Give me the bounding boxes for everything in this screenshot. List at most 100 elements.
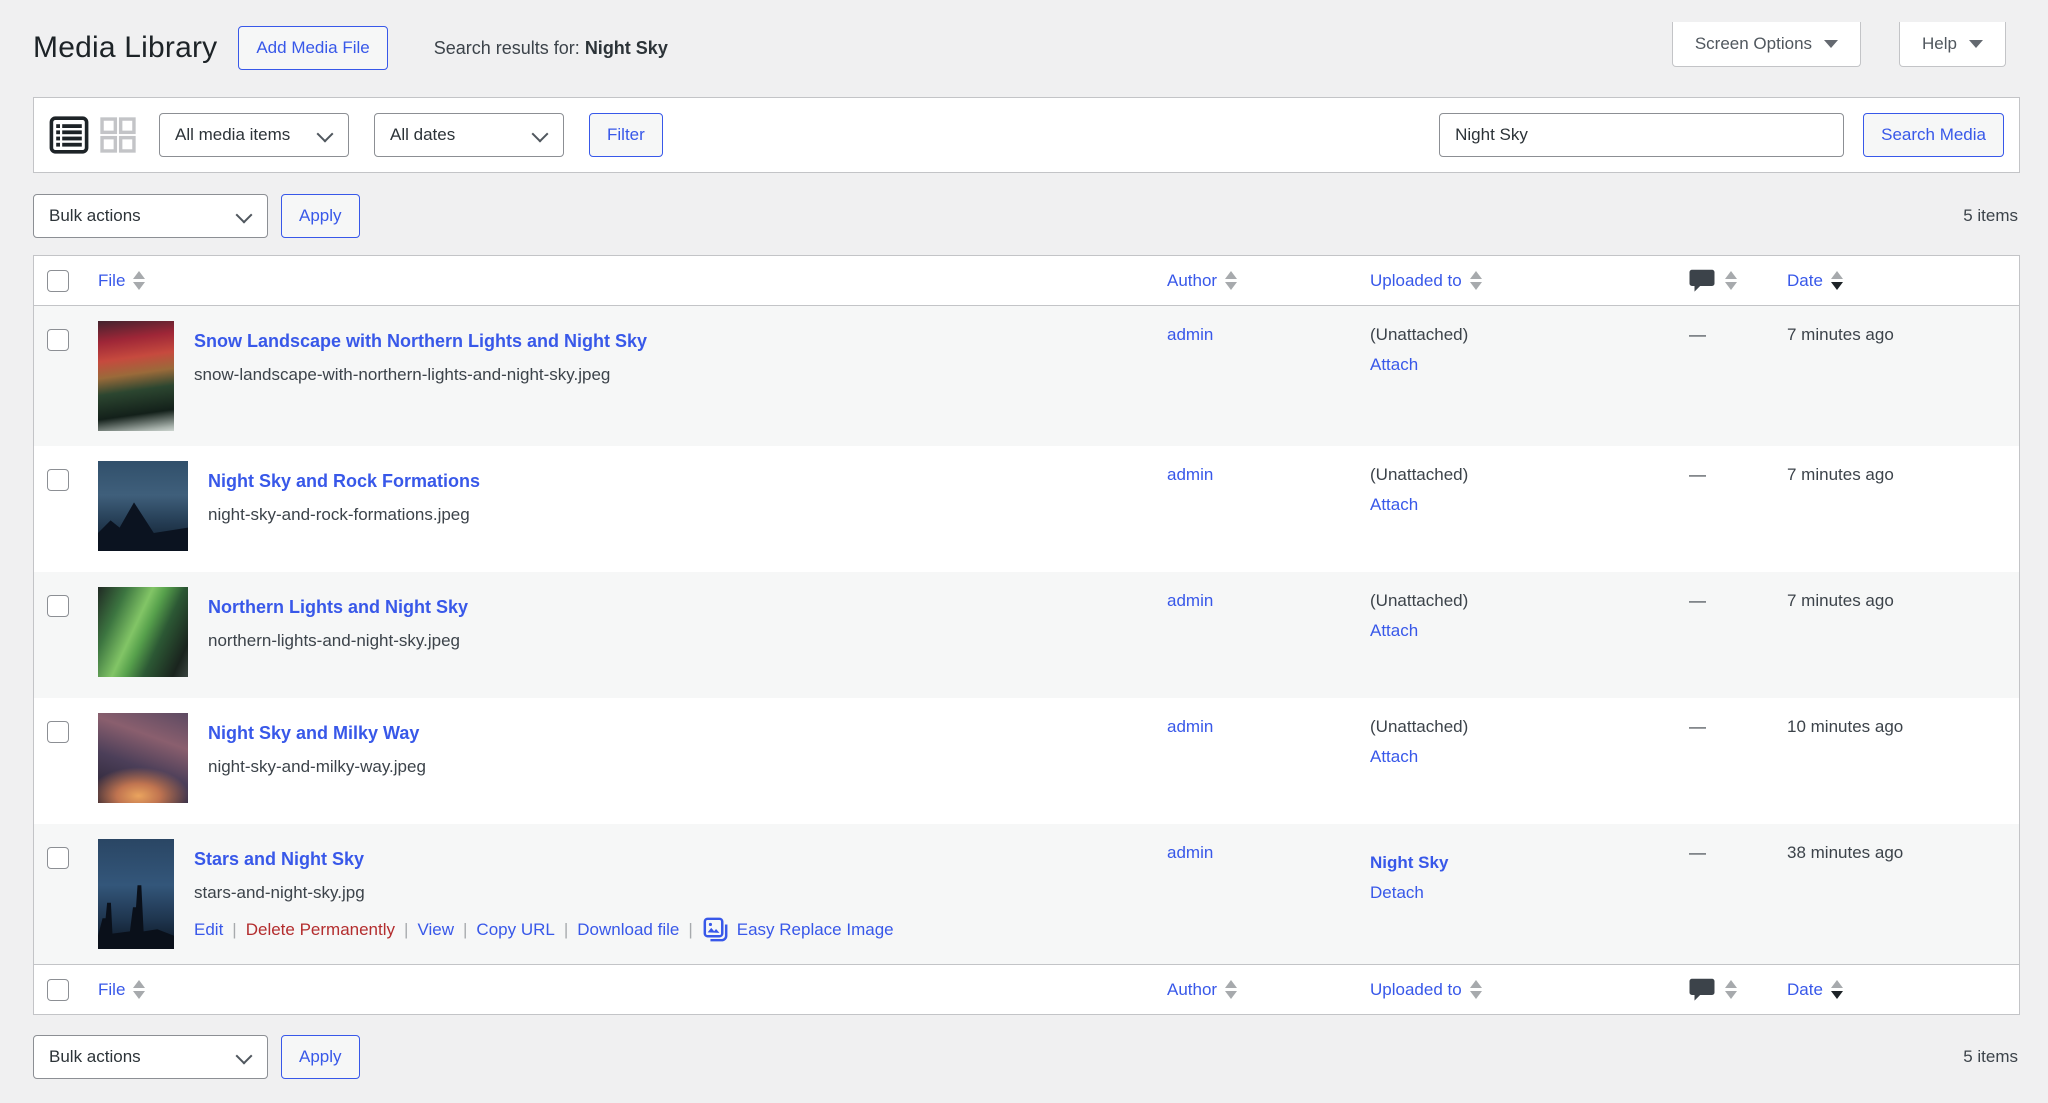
date-filter-select[interactable]: All dates bbox=[374, 113, 564, 157]
media-type-filter-select[interactable]: All media items bbox=[159, 113, 349, 157]
apply-button[interactable]: Apply bbox=[281, 194, 360, 238]
author-column-label[interactable]: Author bbox=[1167, 980, 1217, 1000]
chevron-down-icon bbox=[1969, 40, 1983, 48]
media-title-link[interactable]: Night Sky and Rock Formations bbox=[208, 471, 480, 492]
file-column-label[interactable]: File bbox=[98, 271, 125, 291]
bulk-actions-bar-bottom: Bulk actions Apply 5 items bbox=[33, 1035, 2020, 1079]
select-all-checkbox[interactable] bbox=[47, 269, 69, 292]
media-title-link[interactable]: Night Sky and Milky Way bbox=[208, 723, 419, 744]
upload-date: 10 minutes ago bbox=[1787, 717, 1904, 736]
uploaded-to-link[interactable]: Night Sky bbox=[1370, 853, 1448, 873]
attach-link[interactable]: Attach bbox=[1370, 495, 1418, 515]
action-separator: | bbox=[232, 919, 237, 939]
media-thumbnail[interactable] bbox=[98, 587, 188, 677]
author-link[interactable]: admin bbox=[1167, 843, 1213, 862]
list-view-icon[interactable] bbox=[49, 115, 89, 155]
sort-arrows-icon bbox=[1725, 271, 1737, 290]
author-link[interactable]: admin bbox=[1167, 591, 1213, 610]
comment-bubble-icon bbox=[1689, 978, 1715, 1001]
column-footer-uploaded-to[interactable]: Uploaded to bbox=[1370, 980, 1687, 1000]
sort-arrows-icon bbox=[1830, 980, 1843, 999]
search-media-button[interactable]: Search Media bbox=[1863, 113, 2004, 157]
detach-link[interactable]: Detach bbox=[1370, 883, 1424, 903]
edit-link[interactable]: Edit bbox=[194, 920, 223, 940]
select-all-checkbox[interactable] bbox=[47, 978, 69, 1001]
apply-button[interactable]: Apply bbox=[281, 1035, 360, 1079]
comments-count: — bbox=[1689, 465, 1706, 484]
copy-url-link[interactable]: Copy URL bbox=[476, 920, 554, 940]
comments-count: — bbox=[1689, 591, 1706, 610]
screen-meta-tabs: Screen Options Help bbox=[1671, 22, 2006, 67]
media-row: Stars and Night Sky stars-and-night-sky.… bbox=[34, 824, 2019, 964]
media-filename: snow-landscape-with-northern-lights-and-… bbox=[194, 365, 611, 384]
table-header-row: File Author Uploaded to Date bbox=[34, 256, 2019, 306]
download-file-link[interactable]: Download file bbox=[577, 920, 679, 940]
media-title-link[interactable]: Northern Lights and Night Sky bbox=[208, 597, 468, 618]
upload-date: 7 minutes ago bbox=[1787, 591, 1894, 610]
media-thumbnail[interactable] bbox=[98, 839, 174, 949]
media-filename: northern-lights-and-night-sky.jpeg bbox=[208, 631, 460, 650]
add-media-file-button[interactable]: Add Media File bbox=[238, 26, 388, 70]
easy-replace-image-icon bbox=[703, 917, 728, 942]
media-title-link[interactable]: Stars and Night Sky bbox=[194, 849, 364, 870]
bulk-actions-select[interactable]: Bulk actions bbox=[33, 1035, 268, 1079]
file-column-label[interactable]: File bbox=[98, 980, 125, 1000]
date-column-label[interactable]: Date bbox=[1787, 980, 1823, 1000]
filter-button[interactable]: Filter bbox=[589, 113, 663, 157]
bulk-actions-value: Bulk actions bbox=[49, 206, 141, 225]
easy-replace-image-action[interactable]: Easy Replace Image bbox=[702, 916, 894, 943]
column-footer-file[interactable]: File bbox=[98, 980, 1167, 1000]
uploaded-to-column-label[interactable]: Uploaded to bbox=[1370, 980, 1462, 1000]
easy-replace-image-link[interactable]: Easy Replace Image bbox=[737, 920, 894, 940]
media-list-table: File Author Uploaded to Date Snow Landsc… bbox=[33, 255, 2020, 1015]
attach-link[interactable]: Attach bbox=[1370, 355, 1418, 375]
author-link[interactable]: admin bbox=[1167, 325, 1213, 344]
row-actions: Edit | Delete Permanently | View | Copy … bbox=[194, 916, 894, 943]
search-group: Search Media bbox=[1439, 113, 2004, 157]
row-checkbox[interactable] bbox=[47, 847, 69, 869]
attach-link[interactable]: Attach bbox=[1370, 621, 1418, 641]
column-footer-date[interactable]: Date bbox=[1787, 980, 2019, 1000]
sort-arrows-icon bbox=[1225, 980, 1238, 999]
media-row: Northern Lights and Night Sky northern-l… bbox=[34, 572, 2019, 698]
search-input[interactable] bbox=[1439, 113, 1845, 157]
attach-link[interactable]: Attach bbox=[1370, 747, 1418, 767]
filter-toolbar: All media items All dates Filter Search … bbox=[33, 97, 2020, 173]
uploaded-to-status: (Unattached) bbox=[1370, 325, 1469, 344]
upload-date: 38 minutes ago bbox=[1787, 843, 1904, 862]
view-switcher bbox=[49, 115, 138, 155]
media-row: Night Sky and Milky Way night-sky-and-mi… bbox=[34, 698, 2019, 824]
column-footer-comments[interactable] bbox=[1687, 975, 1787, 1005]
chevron-down-icon bbox=[1824, 40, 1839, 48]
media-thumbnail[interactable] bbox=[98, 321, 174, 431]
column-header-uploaded-to[interactable]: Uploaded to bbox=[1370, 271, 1687, 291]
row-checkbox[interactable] bbox=[47, 469, 69, 491]
bulk-actions-select[interactable]: Bulk actions bbox=[33, 194, 268, 238]
screen-options-button[interactable]: Screen Options bbox=[1671, 22, 1862, 67]
media-thumbnail[interactable] bbox=[98, 713, 188, 803]
view-link[interactable]: View bbox=[417, 920, 454, 940]
column-header-author[interactable]: Author bbox=[1167, 271, 1370, 291]
column-header-date[interactable]: Date bbox=[1787, 271, 2019, 291]
uploaded-to-column-label[interactable]: Uploaded to bbox=[1370, 271, 1462, 291]
search-results-term: Night Sky bbox=[584, 37, 668, 58]
grid-view-icon[interactable] bbox=[98, 115, 138, 155]
comments-count: — bbox=[1689, 717, 1706, 736]
row-checkbox[interactable] bbox=[47, 721, 69, 743]
author-link[interactable]: admin bbox=[1167, 717, 1213, 736]
author-link[interactable]: admin bbox=[1167, 465, 1213, 484]
column-footer-author[interactable]: Author bbox=[1167, 980, 1370, 1000]
delete-permanently-link[interactable]: Delete Permanently bbox=[246, 920, 395, 940]
author-column-label[interactable]: Author bbox=[1167, 271, 1217, 291]
row-checkbox[interactable] bbox=[47, 595, 69, 617]
help-button[interactable]: Help bbox=[1899, 22, 2006, 67]
media-title-link[interactable]: Snow Landscape with Northern Lights and … bbox=[194, 331, 647, 352]
media-filename: night-sky-and-rock-formations.jpeg bbox=[208, 505, 470, 524]
media-thumbnail[interactable] bbox=[98, 461, 188, 551]
column-header-file[interactable]: File bbox=[98, 271, 1167, 291]
search-results-subtitle: Search results for: Night Sky bbox=[434, 38, 668, 59]
date-column-label[interactable]: Date bbox=[1787, 271, 1823, 291]
column-header-comments[interactable] bbox=[1687, 266, 1787, 296]
help-label: Help bbox=[1922, 34, 1957, 53]
row-checkbox[interactable] bbox=[47, 329, 69, 351]
